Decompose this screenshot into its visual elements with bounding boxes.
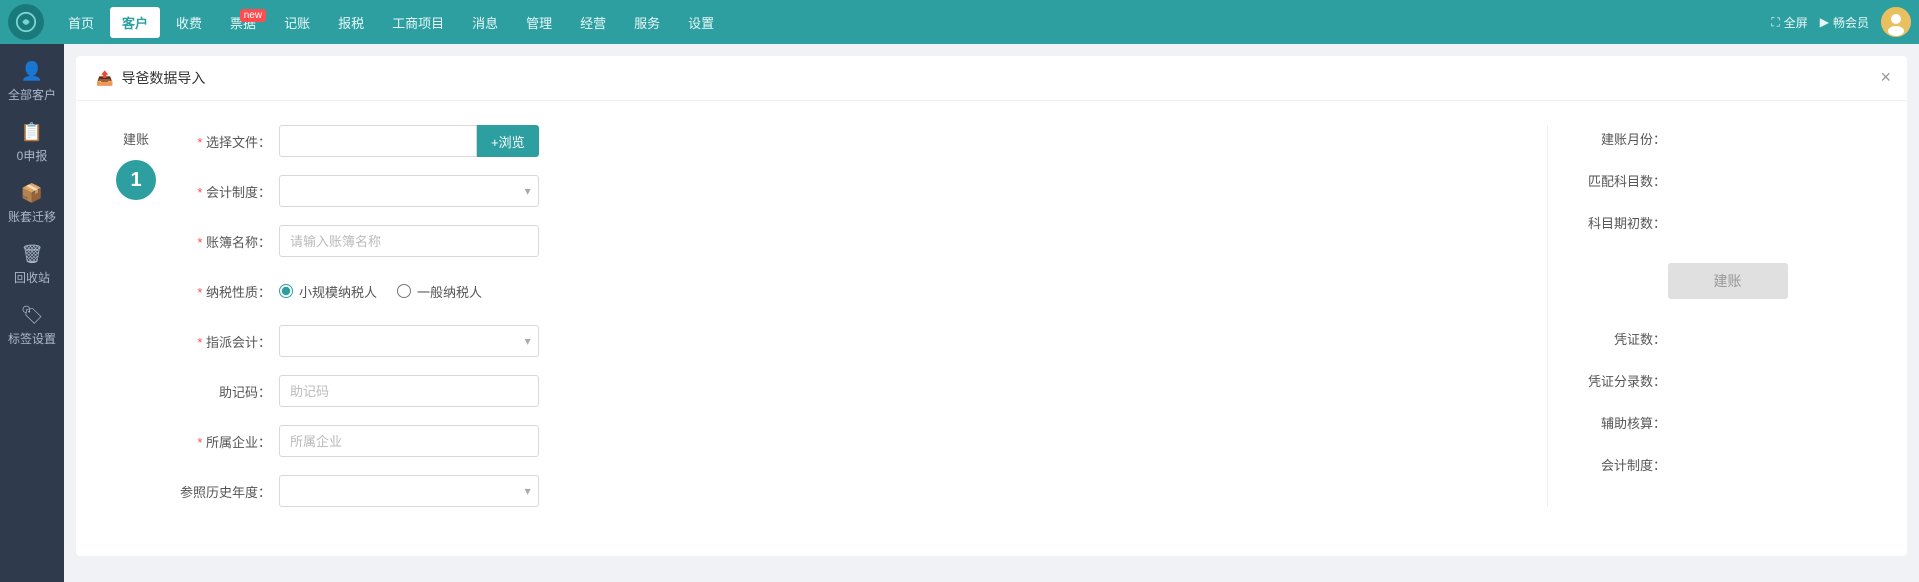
- right-accounting-system-value: [1674, 451, 1867, 475]
- nav-item-ticket[interactable]: 票据 new: [218, 7, 268, 38]
- step-circle: 1: [116, 160, 156, 200]
- aux-accounting-value: [1674, 409, 1867, 433]
- nav-item-fee[interactable]: 收费: [164, 7, 214, 38]
- form-area: 建账 1 * 选择文件： +浏览 * 会计制度：: [76, 101, 1907, 531]
- file-input[interactable]: [279, 125, 477, 157]
- account-name-input[interactable]: [279, 225, 539, 257]
- trash-icon: 🗑: [21, 243, 43, 265]
- subject-init-label: 科目期初数：: [1588, 209, 1666, 232]
- assign-accountant-label: * 指派会计：: [180, 332, 271, 351]
- voucher-entries-label: 凭证分录数：: [1588, 367, 1666, 390]
- voucher-count-value: [1674, 325, 1867, 349]
- radio-general-label: 一般纳税人: [417, 282, 482, 301]
- sidebar-item-tag-settings[interactable]: 🏷 标签设置: [0, 296, 64, 355]
- history-year-wrap: [279, 475, 539, 507]
- member-button[interactable]: ▶ 畅会员: [1820, 14, 1869, 31]
- migration-icon: 📦: [21, 182, 43, 204]
- new-badge: new: [240, 9, 266, 22]
- month-label: 建账月份：: [1588, 125, 1666, 148]
- nav-items: 首页 客户 收费 票据 new 记账 报税 工商项目 消息 管理 经营 服务 设…: [56, 7, 1771, 38]
- nav-item-settings[interactable]: 设置: [676, 7, 726, 38]
- radio-small-input[interactable]: [279, 284, 293, 298]
- browse-button[interactable]: +浏览: [477, 125, 539, 157]
- right-panel: 建账月份： 匹配科目数： 科目期初数： 建账 凭证数： 凭证分录数： 辅助核算：: [1547, 125, 1867, 507]
- left-section: 建账 1 * 选择文件： +浏览 * 会计制度：: [116, 125, 1507, 507]
- user-avatar[interactable]: [1881, 7, 1911, 37]
- radio-small-label: 小规模纳税人: [299, 282, 377, 301]
- account-name-label: * 账簿名称：: [180, 232, 271, 251]
- play-icon: ▶: [1820, 15, 1829, 29]
- nav-item-tax[interactable]: 报税: [326, 7, 376, 38]
- sidebar-item-zero-declare[interactable]: 📋 0申报: [0, 113, 64, 172]
- tax-type-group: 小规模纳税人 一般纳税人: [279, 275, 539, 307]
- subject-init-value: [1674, 209, 1867, 233]
- file-label: * 选择文件：: [180, 132, 271, 151]
- match-subjects-value: [1674, 167, 1867, 191]
- nav-item-operation[interactable]: 经营: [568, 7, 618, 38]
- sidebar-item-all-clients[interactable]: 👤 全部客户: [0, 52, 64, 111]
- sidebar-item-account-migration[interactable]: 📦 账套迁移: [0, 174, 64, 233]
- sidebar: 👤 全部客户 📋 0申报 📦 账套迁移 🗑 回收站 🏷 标签设置: [0, 44, 64, 582]
- form-fields: * 选择文件： +浏览 * 会计制度：: [180, 125, 539, 507]
- top-nav: 首页 客户 收费 票据 new 记账 报税 工商项目 消息 管理 经营 服务 设…: [0, 0, 1919, 44]
- nav-item-message[interactable]: 消息: [460, 7, 510, 38]
- user-icon: 👤: [21, 60, 43, 82]
- card-header: 📤 导爸数据导入: [76, 56, 1907, 101]
- voucher-count-label: 凭证数：: [1588, 325, 1666, 348]
- tag-icon: 🏷: [21, 304, 43, 326]
- match-subjects-label: 匹配科目数：: [1588, 167, 1666, 190]
- build-account-button[interactable]: 建账: [1668, 263, 1788, 299]
- memo-code-input[interactable]: [279, 375, 539, 407]
- fullscreen-icon: ⛶: [1771, 15, 1779, 30]
- right-accounting-system-label: 会计制度：: [1588, 451, 1666, 474]
- memo-code-label: 助记码：: [180, 382, 271, 401]
- nav-item-home[interactable]: 首页: [56, 7, 106, 38]
- nav-item-bookkeeping[interactable]: 记账: [272, 7, 322, 38]
- voucher-entries-value: [1674, 367, 1867, 391]
- tax-type-label: * 纳税性质：: [180, 282, 271, 301]
- assign-accountant-select[interactable]: [279, 325, 539, 357]
- nav-item-business[interactable]: 工商项目: [380, 7, 456, 38]
- history-year-select[interactable]: [279, 475, 539, 507]
- import-card: 📤 导爸数据导入 × 建账 1 * 选择文件： +浏览: [76, 56, 1907, 556]
- nav-item-manage[interactable]: 管理: [514, 7, 564, 38]
- radio-general-taxpayer[interactable]: 一般纳税人: [397, 282, 482, 301]
- main-area: 📤 导爸数据导入 × 建账 1 * 选择文件： +浏览: [64, 44, 1919, 582]
- file-row: +浏览: [279, 125, 539, 157]
- step-label: 建账: [123, 129, 149, 148]
- card-title: 导爸数据导入: [121, 68, 205, 88]
- nav-item-service[interactable]: 服务: [622, 7, 672, 38]
- accounting-system-select[interactable]: [279, 175, 539, 207]
- accounting-system-wrap: [279, 175, 539, 207]
- assign-accountant-wrap: [279, 325, 539, 357]
- radio-small-taxpayer[interactable]: 小规模纳税人: [279, 282, 377, 301]
- accounting-system-label: * 会计制度：: [180, 182, 271, 201]
- history-year-label: 参照历史年度：: [180, 482, 271, 501]
- nav-right: ⛶ 全屏 ▶ 畅会员: [1771, 7, 1911, 37]
- belong-enterprise-input[interactable]: [279, 425, 539, 457]
- nav-item-client[interactable]: 客户: [110, 7, 160, 38]
- month-value: [1674, 125, 1867, 149]
- radio-general-input[interactable]: [397, 284, 411, 298]
- import-icon: 📤: [96, 70, 113, 87]
- fullscreen-button[interactable]: ⛶ 全屏: [1771, 14, 1807, 31]
- close-button[interactable]: ×: [1880, 68, 1891, 86]
- sidebar-item-recycle[interactable]: 🗑 回收站: [0, 235, 64, 294]
- app-logo[interactable]: [8, 4, 44, 40]
- aux-accounting-label: 辅助核算：: [1588, 409, 1666, 432]
- declare-icon: 📋: [21, 121, 43, 143]
- belong-enterprise-label: * 所属企业：: [180, 432, 271, 451]
